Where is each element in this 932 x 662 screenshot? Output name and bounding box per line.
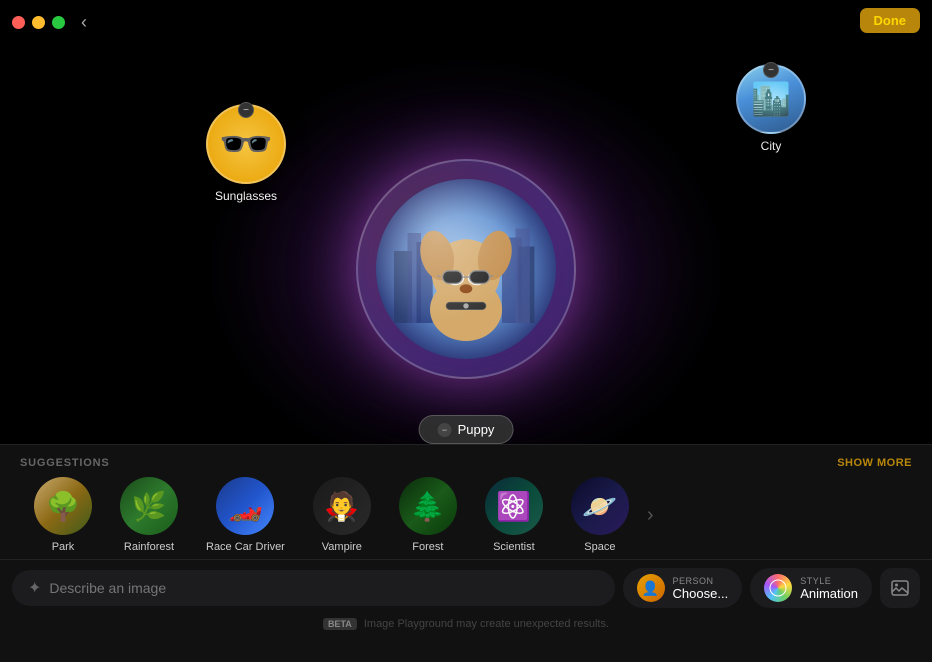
city-label: City <box>761 139 782 153</box>
remove-sunglasses-button[interactable]: − <box>238 102 254 118</box>
scroll-right-button[interactable]: › <box>643 504 658 527</box>
person-value: Choose... <box>673 586 729 601</box>
suggestion-vampire[interactable]: 🧛 Vampire <box>299 477 385 553</box>
bottom-panel: SUGGESTIONS SHOW MORE 🌳 Park 🌿 Rainfores… <box>0 444 932 662</box>
suggestions-title: SUGGESTIONS <box>20 457 109 469</box>
search-container[interactable]: ✦ <box>12 570 615 606</box>
title-bar: ‹ Done <box>0 0 932 44</box>
puppy-image <box>376 179 556 359</box>
back-button[interactable]: ‹ <box>81 12 87 33</box>
style-button[interactable]: STYLE Animation <box>750 568 872 608</box>
remove-puppy-button[interactable]: − <box>438 423 452 437</box>
done-button[interactable]: Done <box>860 8 921 33</box>
suggestion-park[interactable]: 🌳 Park <box>20 477 106 553</box>
city-tag[interactable]: − 🏙️ City <box>736 64 806 153</box>
racecar-label: Race Car Driver <box>206 541 285 553</box>
suggestion-scientist[interactable]: ⚛️ Scientist <box>471 477 557 553</box>
puppy-pill[interactable]: − Puppy <box>419 415 514 444</box>
maximize-button[interactable] <box>52 16 65 29</box>
main-bubble <box>356 159 576 379</box>
scientist-circle: ⚛️ <box>485 477 543 535</box>
suggestion-forest[interactable]: 🌲 Forest <box>385 477 471 553</box>
rainforest-circle: 🌿 <box>120 477 178 535</box>
canvas-area: − 🕶️ Sunglasses − 🏙️ City <box>0 44 932 494</box>
minimize-button[interactable] <box>32 16 45 29</box>
style-label-group: STYLE Animation <box>800 576 858 601</box>
sunglasses-emoji: 🕶️ <box>219 118 274 170</box>
image-picker-icon <box>890 578 910 598</box>
vampire-label: Vampire <box>322 541 362 553</box>
park-label: Park <box>52 541 75 553</box>
suggestion-racecar[interactable]: 🏎️ Race Car Driver <box>192 477 299 553</box>
sparkle-icon: ✦ <box>28 578 41 598</box>
person-button[interactable]: 👤 PERSON Choose... <box>623 568 743 608</box>
bottom-toolbar: ✦ 👤 PERSON Choose... STYLE Animation <box>0 559 932 616</box>
search-input[interactable] <box>49 580 598 596</box>
beta-text: Image Playground may create unexpected r… <box>364 618 609 630</box>
rainforest-label: Rainforest <box>124 541 174 553</box>
scientist-label: Scientist <box>493 541 535 553</box>
puppy-pill-label: Puppy <box>458 422 495 437</box>
suggestions-row: 🌳 Park 🌿 Rainforest 🏎️ Race Car Driver 🧛… <box>0 477 932 553</box>
forest-circle: 🌲 <box>399 477 457 535</box>
space-label: Space <box>584 541 615 553</box>
close-button[interactable] <box>12 16 25 29</box>
traffic-lights <box>12 16 65 29</box>
person-category: PERSON <box>673 576 714 586</box>
remove-city-button[interactable]: − <box>763 62 779 78</box>
style-category: STYLE <box>800 576 831 586</box>
sunglasses-tag[interactable]: − 🕶️ Sunglasses <box>206 104 286 203</box>
beta-disclaimer: BETA Image Playground may create unexpec… <box>0 616 932 630</box>
suggestion-space[interactable]: 🪐 Space <box>557 477 643 553</box>
racecar-circle: 🏎️ <box>216 477 274 535</box>
person-label-group: PERSON Choose... <box>673 576 729 601</box>
puppy-tag[interactable]: − Puppy <box>419 415 514 444</box>
sunglasses-label: Sunglasses <box>215 189 277 203</box>
person-avatar: 👤 <box>637 574 665 602</box>
puppy-svg <box>376 169 556 369</box>
image-picker-button[interactable] <box>880 568 920 608</box>
forest-label: Forest <box>412 541 443 553</box>
space-circle: 🪐 <box>571 477 629 535</box>
suggestions-header: SUGGESTIONS SHOW MORE <box>0 445 932 477</box>
suggestion-rainforest[interactable]: 🌿 Rainforest <box>106 477 192 553</box>
style-value: Animation <box>800 586 858 601</box>
style-icon <box>764 574 792 602</box>
park-circle: 🌳 <box>34 477 92 535</box>
beta-badge: BETA <box>323 618 357 630</box>
vampire-circle: 🧛 <box>313 477 371 535</box>
style-circle-icon <box>769 579 787 597</box>
show-more-button[interactable]: SHOW MORE <box>837 457 912 469</box>
